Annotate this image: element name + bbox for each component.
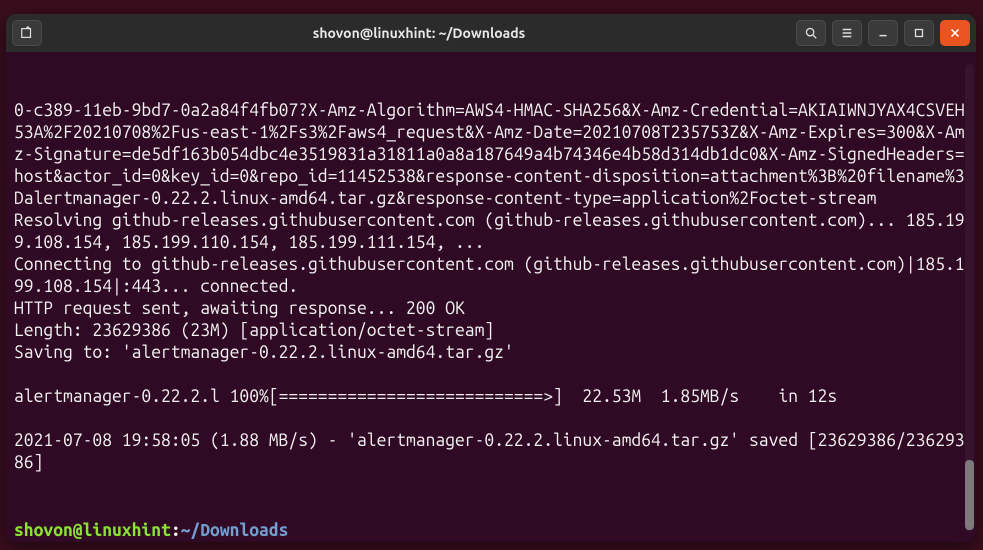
prompt-user-host: shovon@linuxhint xyxy=(14,521,171,540)
close-icon xyxy=(948,26,962,40)
minimize-icon xyxy=(876,26,890,40)
prompt-line: shovon@linuxhint:~/Downloads xyxy=(14,520,968,542)
terminal-viewport[interactable]: 0-c389-11eb-9bd7-0a2a84f4fb07?X-Amz-Algo… xyxy=(6,52,976,542)
new-tab-icon xyxy=(20,26,34,40)
prompt-colon: : xyxy=(171,521,181,540)
close-button[interactable] xyxy=(940,20,970,46)
scrollbar-thumb[interactable] xyxy=(965,460,974,530)
terminal-output: 0-c389-11eb-9bd7-0a2a84f4fb07?X-Amz-Algo… xyxy=(14,100,968,474)
titlebar: shovon@linuxhint: ~/Downloads xyxy=(6,14,976,52)
maximize-button[interactable] xyxy=(904,20,934,46)
scrollbar[interactable] xyxy=(965,64,974,532)
hamburger-icon xyxy=(840,26,854,40)
menu-button[interactable] xyxy=(832,20,862,46)
window-title: shovon@linuxhint: ~/Downloads xyxy=(48,25,790,41)
new-tab-button[interactable] xyxy=(12,20,42,46)
maximize-icon xyxy=(912,26,926,40)
search-icon xyxy=(804,26,818,40)
terminal-window: shovon@linuxhint: ~/Downloads xyxy=(6,14,976,542)
search-button[interactable] xyxy=(796,20,826,46)
minimize-button[interactable] xyxy=(868,20,898,46)
prompt-path: ~/Downloads xyxy=(181,521,289,540)
